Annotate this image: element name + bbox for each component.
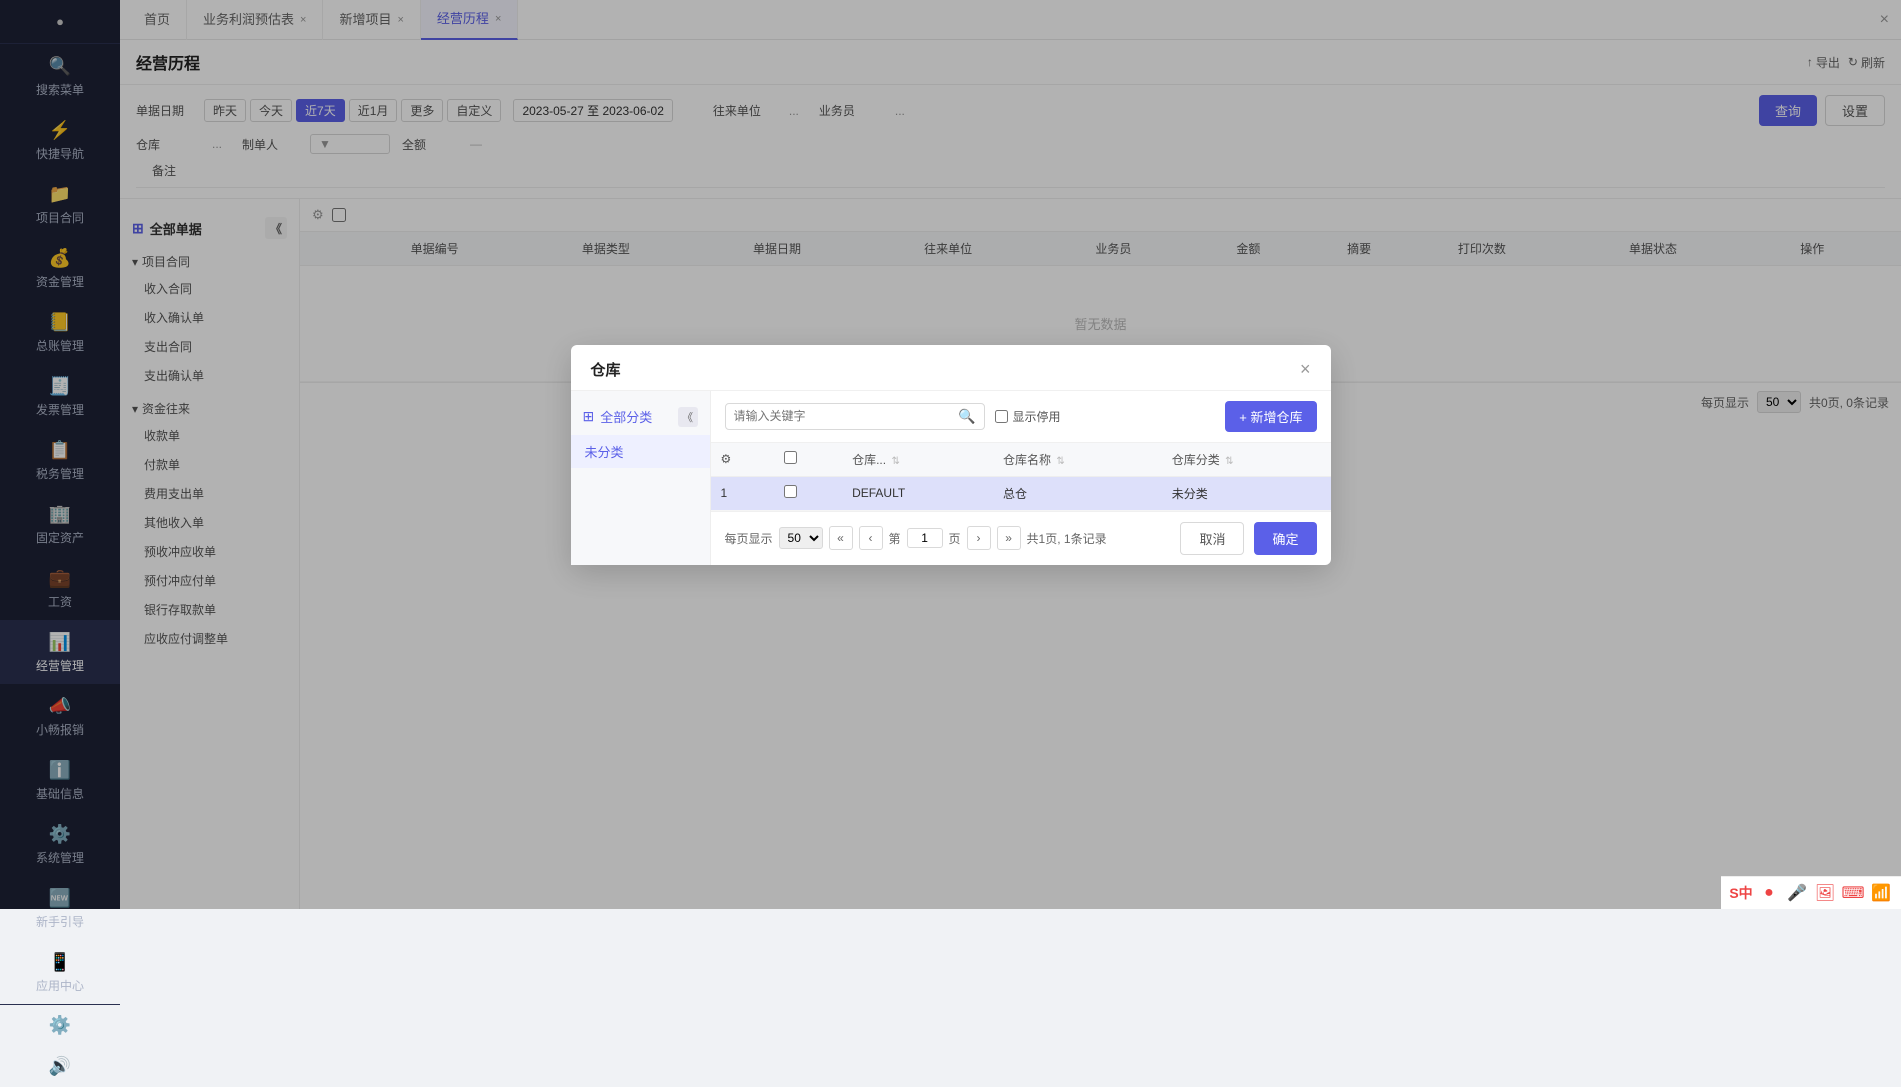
modal-page-input[interactable] bbox=[907, 528, 943, 548]
modal-search-input[interactable] bbox=[734, 409, 953, 423]
modal-per-page-label: 每页显示 bbox=[725, 530, 773, 547]
sidebar-item-volume[interactable]: 🔊 bbox=[0, 1046, 120, 1087]
taskbar-icon-image[interactable]: 🖼 bbox=[1813, 881, 1837, 905]
modal-pagination: 每页显示 50 « ‹ 第 页 › » 共1页, 1条记录 bbox=[725, 526, 1107, 550]
row-category: 未分类 bbox=[1162, 476, 1331, 510]
modal-page-label: 第 bbox=[889, 530, 901, 547]
modal-body: ⊞ 全部分类 《 未分类 🔍 bbox=[571, 391, 1331, 565]
add-warehouse-button[interactable]: + 新增仓库 bbox=[1225, 401, 1316, 432]
row-index: 1 bbox=[711, 476, 774, 510]
modal-footer: 每页显示 50 « ‹ 第 页 › » 共1页, 1条记录 bbox=[711, 511, 1331, 565]
modal-col-name-label: 仓库名称 bbox=[1003, 453, 1051, 467]
modal-col-gear: ⚙ bbox=[711, 443, 774, 477]
modal-left-collapse-icon: 《 bbox=[682, 409, 693, 425]
sidebar-item-appcenter[interactable]: 📱 应用中心 bbox=[0, 940, 120, 1004]
sort-arrows-code: ⇅ bbox=[891, 456, 899, 467]
sidebar-item-settings-bottom[interactable]: ⚙️ bbox=[0, 1005, 120, 1046]
modal-col-category: 仓库分类 ⇅ bbox=[1162, 443, 1331, 477]
modal-left-all-label: 全部分类 bbox=[600, 407, 652, 426]
warehouse-modal: 仓库 × ⊞ 全部分类 《 未分类 bbox=[571, 345, 1331, 565]
modal-left-collapse-button[interactable]: 《 bbox=[678, 407, 698, 427]
modal-per-page-select[interactable]: 50 bbox=[779, 527, 823, 549]
modal-table: ⚙ 仓库... ⇅ 仓库名称 ⇅ bbox=[711, 443, 1331, 511]
modal-left-panel: ⊞ 全部分类 《 未分类 bbox=[571, 391, 711, 565]
show-disabled-label[interactable]: 显示停用 bbox=[995, 408, 1061, 425]
taskbar-icon-mic[interactable]: 🎤 bbox=[1785, 881, 1809, 905]
taskbar-icon-keyboard[interactable]: ⌨ bbox=[1841, 881, 1865, 905]
modal-close-button[interactable]: × bbox=[1300, 359, 1311, 380]
confirm-button[interactable]: 确定 bbox=[1254, 522, 1316, 555]
taskbar-icon-dot[interactable]: ● bbox=[1757, 881, 1781, 905]
modal-prev-page-button[interactable]: ‹ bbox=[859, 526, 883, 550]
modal-last-page-button[interactable]: » bbox=[997, 526, 1021, 550]
row-checkbox[interactable] bbox=[774, 476, 842, 510]
modal-page-suffix: 页 bbox=[949, 530, 961, 547]
modal-select-all-checkbox[interactable] bbox=[784, 451, 797, 464]
modal-col-code-label: 仓库... bbox=[852, 453, 886, 467]
sidebar-item-label: 应用中心 bbox=[36, 977, 84, 994]
modal-next-page-button[interactable]: › bbox=[967, 526, 991, 550]
show-disabled-checkbox[interactable] bbox=[995, 410, 1008, 423]
sidebar-item-label: 新手引导 bbox=[36, 913, 84, 930]
row-name: 总仓 bbox=[993, 476, 1162, 510]
modal-col-name: 仓库名称 ⇅ bbox=[993, 443, 1162, 477]
modal-left-all-header[interactable]: ⊞ 全部分类 《 bbox=[571, 401, 710, 433]
sort-arrows-category: ⇅ bbox=[1225, 456, 1233, 467]
modal-col-category-label: 仓库分类 bbox=[1172, 453, 1220, 467]
modal-table-wrapper: ⚙ 仓库... ⇅ 仓库名称 ⇅ bbox=[711, 443, 1331, 511]
settings-bottom-icon: ⚙️ bbox=[49, 1015, 71, 1036]
modal-toolbar: 🔍 显示停用 + 新增仓库 bbox=[711, 391, 1331, 443]
show-disabled-text: 显示停用 bbox=[1013, 408, 1061, 425]
taskbar-icon-signal[interactable]: 📶 bbox=[1869, 881, 1893, 905]
row-check[interactable] bbox=[784, 485, 797, 498]
modal-first-page-button[interactable]: « bbox=[829, 526, 853, 550]
modal-col-code: 仓库... ⇅ bbox=[842, 443, 993, 477]
appcenter-icon: 📱 bbox=[49, 952, 71, 973]
modal-right-panel: 🔍 显示停用 + 新增仓库 ⚙ bbox=[711, 391, 1331, 565]
sidebar-bottom: ⚙️ 🔊 bbox=[0, 1004, 120, 1087]
modal-table-header-row: ⚙ 仓库... ⇅ 仓库名称 ⇅ bbox=[711, 443, 1331, 477]
cancel-button[interactable]: 取消 bbox=[1180, 522, 1244, 555]
modal-grid-icon: ⊞ bbox=[583, 408, 595, 425]
sort-arrows-name: ⇅ bbox=[1056, 456, 1064, 467]
modal-total-label: 共1页, 1条记录 bbox=[1027, 530, 1107, 547]
modal-search-box[interactable]: 🔍 bbox=[725, 403, 985, 430]
row-code: DEFAULT bbox=[842, 476, 993, 510]
taskbar-icon-s[interactable]: S中 bbox=[1729, 881, 1753, 905]
modal-left-item-unclassified[interactable]: 未分类 bbox=[571, 435, 710, 468]
win-taskbar: S中 ● 🎤 🖼 ⌨ 📶 bbox=[1721, 876, 1901, 909]
modal-action-buttons: 取消 确定 bbox=[1180, 522, 1316, 555]
volume-icon: 🔊 bbox=[49, 1056, 71, 1077]
modal-title: 仓库 bbox=[591, 359, 621, 380]
modal-header: 仓库 × bbox=[571, 345, 1331, 391]
modal-search-icon: 🔍 bbox=[958, 408, 975, 425]
modal-overlay[interactable]: 仓库 × ⊞ 全部分类 《 未分类 bbox=[0, 0, 1901, 909]
modal-col-check bbox=[774, 443, 842, 477]
modal-table-row[interactable]: 1 DEFAULT 总仓 未分类 bbox=[711, 476, 1331, 510]
